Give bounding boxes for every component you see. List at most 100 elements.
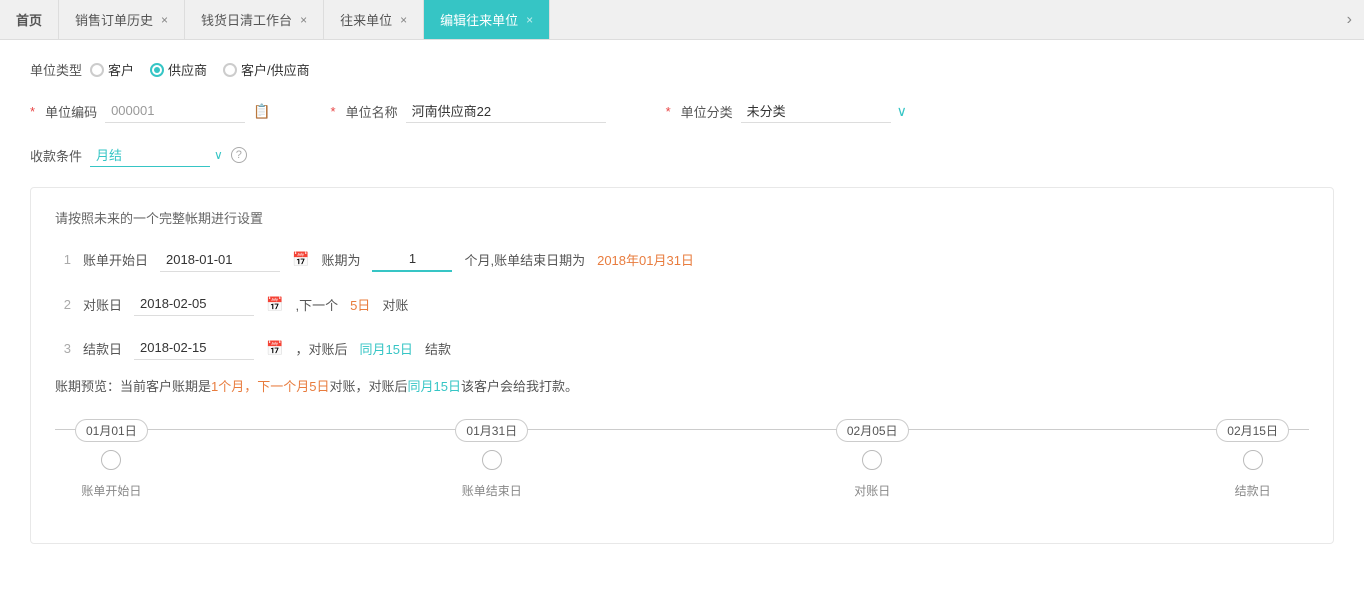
tab-partners[interactable]: 往来单位 ×: [324, 0, 424, 39]
reconcile-day-highlight: 5日: [350, 295, 370, 314]
help-icon[interactable]: ?: [231, 147, 247, 163]
node-dot-2: [482, 450, 502, 470]
radio-group: 客户 供应商 客户/供应商: [90, 60, 310, 79]
node-date-2: 01月31日: [455, 419, 528, 442]
radio-supplier-circle: [150, 63, 164, 77]
row-label-1: 账单开始日: [83, 250, 148, 269]
period-input[interactable]: [372, 247, 452, 272]
row-text-period-mid: 个月,账单结束日期为: [464, 250, 585, 269]
node-date-4: 02月15日: [1216, 419, 1289, 442]
required-star-cat: *: [666, 104, 671, 119]
unit-code-group: * 单位编码 📋: [30, 99, 271, 123]
box-title: 请按照未来的一个完整帐期进行设置: [55, 208, 1309, 227]
classify-input[interactable]: [741, 99, 891, 123]
tab-cash-work-label: 钱货日清工作台: [201, 10, 292, 29]
row-text-reconcile-pre: ,下一个: [295, 295, 338, 314]
preview-p1: 1个月，: [211, 379, 257, 394]
start-date-input[interactable]: [160, 248, 280, 272]
radio-customer-circle: [90, 63, 104, 77]
row-num-2: 2: [55, 297, 71, 312]
node-name-1: 账单开始日: [81, 482, 141, 499]
preview-text: 账期预览：当前客户账期是1个月，下一个月5日对账，对账后同月15日该客户会给我打…: [55, 376, 1309, 395]
row-label-3: 结款日: [83, 339, 122, 358]
tab-home[interactable]: 首页: [0, 0, 59, 39]
copy-icon[interactable]: 📋: [253, 103, 270, 120]
unit-name-group: * 单位名称: [331, 99, 606, 123]
node-name-3: 对账日: [854, 482, 890, 499]
radio-customer[interactable]: 客户: [90, 60, 134, 79]
calendar-icon-2[interactable]: 📅: [266, 296, 283, 313]
unit-name-input[interactable]: [406, 99, 606, 123]
setting-row-3: 3 结款日 📅 ，对账后 同月15日 结款: [55, 336, 1309, 360]
row-num-3: 3: [55, 341, 71, 356]
timeline-nodes: 01月01日 账单开始日 01月31日 账单结束日 02月05日 对账日: [75, 419, 1289, 499]
tab-sales-history[interactable]: 销售订单历史 ×: [59, 0, 185, 39]
setting-rows: 1 账单开始日 📅 账期为 个月,账单结束日期为 2018年01月31日 2 对…: [55, 247, 1309, 360]
row-text-period-pre: 账期为: [321, 250, 360, 269]
unit-info-row: * 单位编码 📋 * 单位名称 * 单位分类 ∨: [30, 99, 1334, 123]
preview-label: 账期预览：当前客户账期是: [55, 379, 211, 394]
node-name-4: 结款日: [1235, 482, 1271, 499]
required-star-code: *: [30, 104, 35, 119]
payment-terms-input[interactable]: [90, 143, 210, 167]
tab-cash-work[interactable]: 钱货日清工作台 ×: [185, 0, 324, 39]
preview-end: 该客户会给我打款。: [461, 379, 578, 394]
unit-code-label: 单位编码: [45, 102, 97, 121]
close-icon[interactable]: ×: [400, 13, 407, 27]
unit-type-row: 单位类型 客户 供应商 客户/供应商: [30, 60, 1334, 79]
close-icon[interactable]: ×: [526, 13, 533, 27]
dropdown-wrap: ∨: [90, 143, 223, 167]
tab-scroll-right[interactable]: ›: [1335, 11, 1364, 29]
node-dot-1: [101, 450, 121, 470]
tab-bar: 首页 销售订单历史 × 钱货日清工作台 × 往来单位 × 编辑往来单位 × ›: [0, 0, 1364, 40]
timeline-node-2: 01月31日 账单结束日: [455, 419, 528, 499]
node-dot-3: [862, 450, 882, 470]
preview-p2: 下一个月5日: [257, 379, 329, 394]
payment-day-highlight: 同月15日: [359, 339, 412, 358]
radio-customer-label: 客户: [108, 60, 134, 79]
preview-section: 账期预览：当前客户账期是1个月，下一个月5日对账，对账后同月15日该客户会给我打…: [55, 360, 1309, 523]
unit-category-label: 单位分类: [681, 102, 733, 121]
settings-box: 请按照未来的一个完整帐期进行设置 1 账单开始日 📅 账期为 个月,账单结束日期…: [30, 187, 1334, 544]
unit-name-label: 单位名称: [346, 102, 398, 121]
tab-home-label: 首页: [16, 10, 42, 29]
timeline: 01月01日 账单开始日 01月31日 账单结束日 02月05日 对账日: [55, 419, 1309, 499]
unit-code-input[interactable]: [105, 99, 245, 123]
calendar-icon-3[interactable]: 📅: [266, 340, 283, 357]
required-star-name: *: [331, 104, 336, 119]
node-date-1: 01月01日: [75, 419, 148, 442]
radio-both-circle: [223, 63, 237, 77]
chevron-down-icon[interactable]: ∨: [897, 103, 907, 120]
tab-edit-partner[interactable]: 编辑往来单位 ×: [424, 0, 550, 39]
timeline-node-3: 02月05日 对账日: [836, 419, 909, 499]
row-text-payment-pre: ，对账后: [295, 339, 347, 358]
timeline-node-1: 01月01日 账单开始日: [75, 419, 148, 499]
payment-date-input[interactable]: [134, 336, 254, 360]
setting-row-1: 1 账单开始日 📅 账期为 个月,账单结束日期为 2018年01月31日: [55, 247, 1309, 272]
row-text-payment-end: 结款: [425, 339, 451, 358]
radio-supplier-label: 供应商: [168, 60, 207, 79]
main-content: 单位类型 客户 供应商 客户/供应商 * 单位编码: [0, 40, 1364, 608]
end-date-highlight: 2018年01月31日: [597, 250, 694, 269]
calendar-icon-1[interactable]: 📅: [292, 251, 309, 268]
node-date-3: 02月05日: [836, 419, 909, 442]
timeline-node-4: 02月15日 结款日: [1216, 419, 1289, 499]
payment-terms-row: 收款条件 ∨ ?: [30, 143, 1334, 167]
tab-partners-label: 往来单位: [340, 10, 392, 29]
preview-mid: 对账，对账后: [329, 379, 407, 394]
radio-both-label: 客户/供应商: [241, 60, 310, 79]
row-label-2: 对账日: [83, 295, 122, 314]
close-icon[interactable]: ×: [161, 13, 168, 27]
close-icon[interactable]: ×: [300, 13, 307, 27]
reconcile-date-input[interactable]: [134, 292, 254, 316]
node-dot-4: [1243, 450, 1263, 470]
chevron-down-icon[interactable]: ∨: [214, 148, 223, 162]
payment-terms-group: 收款条件 ∨ ?: [30, 143, 247, 167]
classify-wrap: ∨: [741, 99, 907, 123]
unit-type-label: 单位类型: [30, 60, 82, 79]
unit-type-group: 单位类型 客户 供应商 客户/供应商: [30, 60, 310, 79]
radio-both[interactable]: 客户/供应商: [223, 60, 310, 79]
tab-sales-history-label: 销售订单历史: [75, 10, 153, 29]
radio-supplier[interactable]: 供应商: [150, 60, 207, 79]
row-text-reconcile-end: 对账: [382, 295, 408, 314]
